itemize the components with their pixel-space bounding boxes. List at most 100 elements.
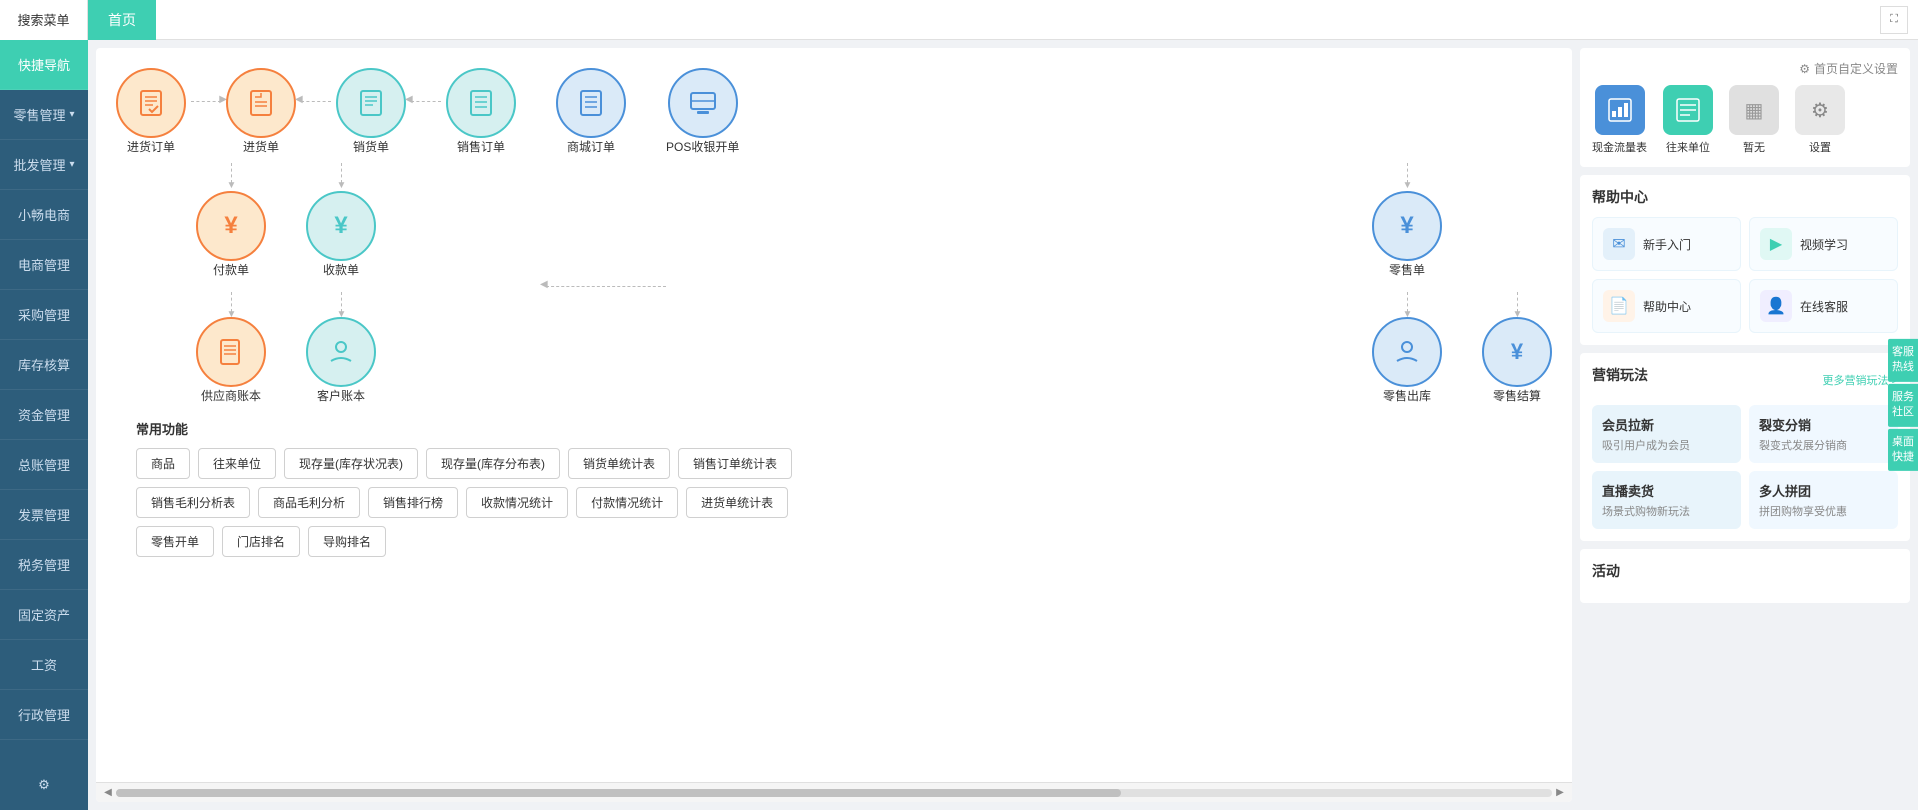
tab-home[interactable]: 首页: [88, 0, 156, 40]
quick-nav-settings[interactable]: ⚙ 首页自定义设置: [1592, 60, 1898, 77]
help-center-section: 帮助中心 ✉ 新手入门 ▶ 视频学习 📄 帮助中心 👤: [1580, 175, 1910, 345]
help-grid: ✉ 新手入门 ▶ 视频学习 📄 帮助中心 👤 在线客服: [1592, 217, 1898, 333]
help-item-online-service[interactable]: 👤 在线客服: [1749, 279, 1898, 333]
sidebar-item-finance[interactable]: 资金管理: [0, 390, 88, 440]
payment-icon: ¥: [196, 191, 266, 261]
sidebar-item-ledger[interactable]: 总账管理: [0, 440, 88, 490]
flow-node-sales[interactable]: 销货单: [336, 68, 406, 155]
sidebar-item-payroll[interactable]: 工资: [0, 640, 88, 690]
flow-node-supplier-account[interactable]: 供应商账本: [196, 317, 266, 404]
quick-nav-empty[interactable]: ▦ 暂无: [1729, 85, 1779, 155]
beginner-icon: ✉: [1603, 228, 1635, 260]
func-btn-[interactable]: 销货单统计表: [568, 448, 670, 479]
cashflow-icon: [1595, 85, 1645, 135]
func-btn-[interactable]: 导购排名: [308, 526, 386, 557]
sidebar-item-inventory[interactable]: 库存核算: [0, 340, 88, 390]
group-title: 多人拼团: [1759, 481, 1888, 500]
left-panel: 进货订单 ▶ 进货单: [96, 48, 1572, 802]
video-icon: ▶: [1760, 228, 1792, 260]
quick-nav-cashflow[interactable]: 现金流量表: [1592, 85, 1647, 155]
help-item-helpcenter[interactable]: 📄 帮助中心: [1592, 279, 1741, 333]
common-functions: 常用功能 商品往来单位现存量(库存状况表)现存量(库存分布表)销货单统计表销售订…: [116, 419, 1552, 575]
flow-node-mall-order[interactable]: 商城订单: [556, 68, 626, 155]
sidebar-item-purchase[interactable]: 采购管理: [0, 290, 88, 340]
retail-outbound-label: 零售出库: [1383, 387, 1431, 404]
flow-node-retail-settlement[interactable]: ¥ 零售结算: [1482, 317, 1552, 404]
func-btn-[interactable]: 往来单位: [198, 448, 276, 479]
payment-label: 付款单: [213, 261, 249, 278]
func-btn-[interactable]: 商品毛利分析: [258, 487, 360, 518]
help-center-title: 帮助中心: [1592, 187, 1898, 207]
marketing-title: 营销玩法: [1592, 365, 1648, 385]
help-item-beginner[interactable]: ✉ 新手入门: [1592, 217, 1741, 271]
sidebar-settings-button[interactable]: ⚙: [0, 760, 88, 810]
flow-node-retail[interactable]: ¥ 零售单: [1372, 191, 1442, 278]
func-btn-[interactable]: 零售开单: [136, 526, 214, 557]
sidebar-item-tax[interactable]: 税务管理: [0, 540, 88, 590]
flow-node-receipt[interactable]: ¥ 收款单: [306, 191, 376, 278]
float-btn-service[interactable]: 客服热线: [1888, 339, 1918, 382]
func-btn-[interactable]: 销售排行榜: [368, 487, 458, 518]
more-marketing-link[interactable]: 更多营销玩法 >: [1823, 372, 1898, 388]
sidebar-item-fixed-assets[interactable]: 固定资产: [0, 590, 88, 640]
mall-order-label: 商城订单: [567, 138, 615, 155]
sidebar-item-wholesale[interactable]: 批发管理 ▾: [0, 140, 88, 190]
sidebar-item-quick-nav[interactable]: 快捷导航: [0, 40, 88, 90]
pos-icon: [668, 68, 738, 138]
flow-node-sales-order[interactable]: 销售订单: [446, 68, 516, 155]
right-panel: ⚙ 首页自定义设置 现金流量表 往来单位: [1580, 48, 1910, 802]
video-label: 视频学习: [1800, 236, 1848, 253]
gear-icon: ⚙: [1799, 62, 1810, 76]
cashflow-label: 现金流量表: [1592, 139, 1647, 155]
partner-icon: [1663, 85, 1713, 135]
fission-title: 裂变分销: [1759, 415, 1888, 434]
func-btn-[interactable]: 现存量(库存状况表): [284, 448, 418, 479]
retail-label: 零售单: [1389, 261, 1425, 278]
scroll-right-button[interactable]: ▶: [1552, 785, 1568, 801]
float-buttons: 客服热线 服务社区 桌面快捷: [1888, 339, 1918, 471]
marketing-grid: 会员拉新 吸引用户成为会员 裂变分销 裂变式发展分销商 直播卖货 场景式购物新玩…: [1592, 405, 1898, 529]
func-btn-[interactable]: 现存量(库存分布表): [426, 448, 560, 479]
func-btn-[interactable]: 门店排名: [222, 526, 300, 557]
quick-nav-settings-item[interactable]: ⚙ 设置: [1795, 85, 1845, 155]
scroll-left-button[interactable]: ◀: [100, 785, 116, 801]
float-btn-desktop[interactable]: 桌面快捷: [1888, 428, 1918, 471]
activity-title: 活动: [1592, 561, 1898, 581]
float-btn-community[interactable]: 服务社区: [1888, 384, 1918, 427]
marketing-item-group[interactable]: 多人拼团 拼团购物享受优惠: [1749, 471, 1898, 529]
flow-node-pos[interactable]: POS收银开单: [666, 68, 739, 155]
fission-desc: 裂变式发展分销商: [1759, 437, 1888, 453]
func-btn-[interactable]: 进货单统计表: [686, 487, 788, 518]
marketing-item-fission[interactable]: 裂变分销 裂变式发展分销商: [1749, 405, 1898, 463]
marketing-item-member[interactable]: 会员拉新 吸引用户成为会员: [1592, 405, 1741, 463]
flow-node-purchase-order[interactable]: 进货订单: [116, 68, 186, 155]
func-btn-[interactable]: 商品: [136, 448, 190, 479]
func-btn-[interactable]: 销售毛利分析表: [136, 487, 250, 518]
func-btn-[interactable]: 销售订单统计表: [678, 448, 792, 479]
purchase-icon: [226, 68, 296, 138]
flow-node-retail-outbound[interactable]: 零售出库: [1372, 317, 1442, 404]
func-btn-[interactable]: 收款情况统计: [466, 487, 568, 518]
quick-nav-partner[interactable]: 往来单位: [1663, 85, 1713, 155]
sales-label: 销货单: [353, 138, 389, 155]
fullscreen-button[interactable]: ⛶: [1880, 6, 1908, 34]
supplier-account-icon: [196, 317, 266, 387]
flow-node-payment[interactable]: ¥ 付款单: [196, 191, 266, 278]
helpcenter-icon: 📄: [1603, 290, 1635, 322]
marketing-item-live[interactable]: 直播卖货 场景式购物新玩法: [1592, 471, 1741, 529]
sidebar-item-ecommerce[interactable]: 电商管理: [0, 240, 88, 290]
sidebar-item-admin[interactable]: 行政管理: [0, 690, 88, 740]
flow-node-customer-account[interactable]: 客户账本: [306, 317, 376, 404]
customer-account-icon: [306, 317, 376, 387]
help-item-video[interactable]: ▶ 视频学习: [1749, 217, 1898, 271]
scroll-thumb[interactable]: [116, 789, 1121, 797]
sidebar-item-retail[interactable]: 零售管理 ▾: [0, 90, 88, 140]
flow-node-purchase[interactable]: 进货单: [226, 68, 296, 155]
sidebar-item-invoice[interactable]: 发票管理: [0, 490, 88, 540]
search-menu-button[interactable]: 搜索菜单: [0, 0, 88, 40]
online-service-label: 在线客服: [1800, 298, 1848, 315]
horizontal-scrollbar[interactable]: ◀ ▶: [96, 782, 1572, 802]
sidebar-item-ecommerce-small[interactable]: 小畅电商: [0, 190, 88, 240]
func-btn-[interactable]: 付款情况统计: [576, 487, 678, 518]
scroll-track[interactable]: [116, 789, 1552, 797]
